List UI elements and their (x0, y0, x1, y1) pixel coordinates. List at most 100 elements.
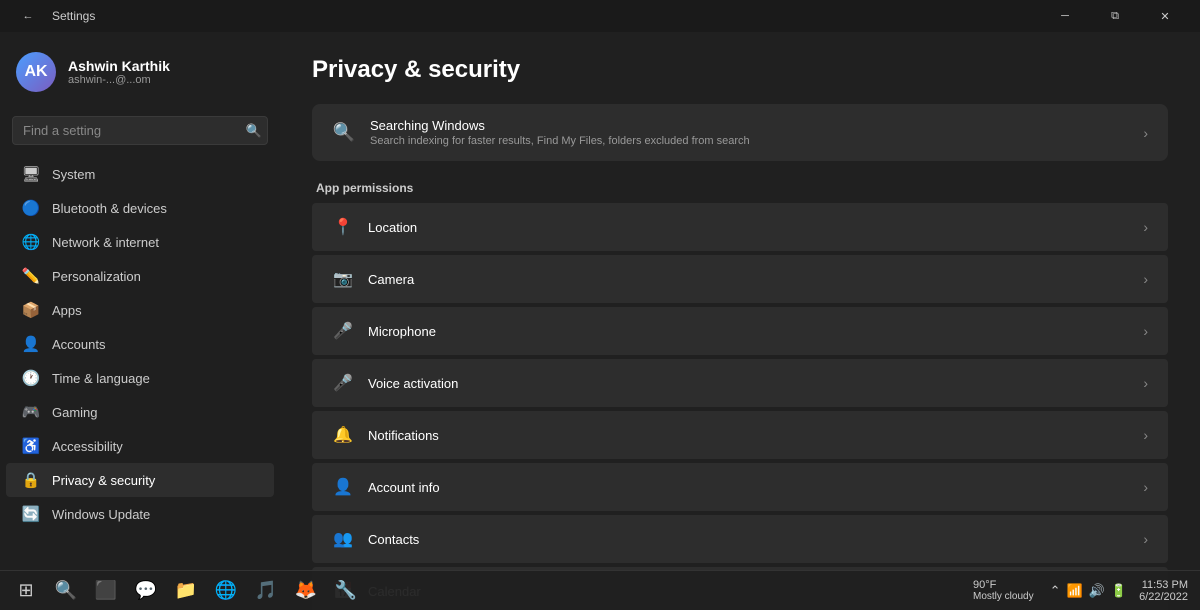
sidebar-item-time[interactable]: 🕐 Time & language (6, 361, 274, 395)
permission-item-camera[interactable]: 📷 Camera › (312, 255, 1168, 303)
notifications-chevron: › (1143, 427, 1148, 443)
search-windows-icon: 🔍 (332, 122, 356, 143)
account_info-chevron: › (1143, 479, 1148, 495)
search-button[interactable]: 🔍 (48, 573, 84, 609)
search-windows-title: Searching Windows (370, 118, 1129, 133)
personalization-icon: ✏️ (22, 267, 40, 285)
clock-date: 6/22/2022 (1139, 591, 1188, 603)
expand-tray-icon[interactable]: ⌃ (1050, 583, 1061, 599)
sidebar-item-system[interactable]: 🖥 System (6, 157, 274, 191)
sidebar-item-accessibility[interactable]: ♿ Accessibility (6, 429, 274, 463)
user-name: Ashwin Karthik (68, 58, 170, 74)
battery-tray-icon[interactable]: 🔋 (1111, 583, 1127, 599)
sidebar-item-network[interactable]: 🌐 Network & internet (6, 225, 274, 259)
system-tray: ⌃ 📶 🔊 🔋 (1050, 583, 1127, 599)
sidebar-item-label: System (52, 167, 95, 182)
permission-item-voice[interactable]: 🎤 Voice activation › (312, 359, 1168, 407)
task-view-button[interactable]: ⬛ (88, 573, 124, 609)
settings-taskbar-button[interactable]: 🔧 (328, 573, 364, 609)
volume-tray-icon[interactable]: 🔊 (1089, 583, 1105, 599)
sidebar-item-label: Privacy & security (52, 473, 155, 488)
search-windows-chevron: › (1143, 125, 1148, 141)
network-icon: 🌐 (22, 233, 40, 251)
close-button[interactable]: ✕ (1142, 0, 1188, 32)
microphone-chevron: › (1143, 323, 1148, 339)
search-icon[interactable]: 🔍 (246, 123, 262, 139)
titlebar-left: ← Settings (12, 0, 95, 32)
contacts-perm-label: Contacts (368, 532, 1129, 547)
searching-windows-card[interactable]: 🔍 Searching Windows Search indexing for … (312, 104, 1168, 161)
sidebar-item-label: Apps (52, 303, 82, 318)
main-content: Privacy & security 🔍 Searching Windows S… (280, 32, 1200, 610)
permission-item-account_info[interactable]: 👤 Account info › (312, 463, 1168, 511)
taskbar-right: 90°F Mostly cloudy ⌃ 📶 🔊 🔋 11:53 PM 6/22… (965, 579, 1192, 603)
camera-perm-label: Camera (368, 272, 1129, 287)
voice-chevron: › (1143, 375, 1148, 391)
sidebar-item-accounts[interactable]: 👤 Accounts (6, 327, 274, 361)
permission-item-contacts[interactable]: 👥 Contacts › (312, 515, 1168, 563)
app-permissions-header: App permissions (316, 181, 1168, 195)
taskbar: ⊞ 🔍 ⬛ 💬 📁 🌐 🎵 🦊 🔧 90°F Mostly cloudy ⌃ 📶… (0, 570, 1200, 610)
explorer-button[interactable]: 📁 (168, 573, 204, 609)
sidebar-item-label: Network & internet (52, 235, 159, 250)
sidebar-item-bluetooth[interactable]: 🔵 Bluetooth & devices (6, 191, 274, 225)
page-title: Privacy & security (312, 56, 1168, 84)
camera-chevron: › (1143, 271, 1148, 287)
clock[interactable]: 11:53 PM 6/22/2022 (1135, 579, 1192, 603)
contacts-chevron: › (1143, 531, 1148, 547)
firefox-button[interactable]: 🦊 (288, 573, 324, 609)
user-profile[interactable]: AK Ashwin Karthik ashwin-...@...om (0, 40, 280, 104)
gaming-icon: 🎮 (22, 403, 40, 421)
time-icon: 🕐 (22, 369, 40, 387)
media-button[interactable]: 🎵 (248, 573, 284, 609)
location-perm-icon: 📍 (332, 217, 354, 237)
location-chevron: › (1143, 219, 1148, 235)
user-info: Ashwin Karthik ashwin-...@...om (68, 58, 170, 86)
camera-perm-icon: 📷 (332, 269, 354, 289)
apps-icon: 📦 (22, 301, 40, 319)
chat-button[interactable]: 💬 (128, 573, 164, 609)
permission-item-microphone[interactable]: 🎤 Microphone › (312, 307, 1168, 355)
sidebar-item-personalization[interactable]: ✏️ Personalization (6, 259, 274, 293)
notifications-perm-label: Notifications (368, 428, 1129, 443)
microphone-perm-label: Microphone (368, 324, 1129, 339)
back-button[interactable]: ← (12, 0, 44, 32)
network-tray-icon[interactable]: 📶 (1067, 583, 1083, 599)
accounts-icon: 👤 (22, 335, 40, 353)
search-input[interactable] (12, 116, 268, 145)
sidebar-item-label: Gaming (52, 405, 98, 420)
weather-condition: Mostly cloudy (973, 591, 1034, 602)
update-icon: 🔄 (22, 505, 40, 523)
minimize-button[interactable]: ─ (1042, 0, 1088, 32)
voice-perm-label: Voice activation (368, 376, 1129, 391)
sidebar-item-privacy[interactable]: 🔒 Privacy & security (6, 463, 274, 497)
sidebar-item-update[interactable]: 🔄 Windows Update (6, 497, 274, 531)
sidebar: AK Ashwin Karthik ashwin-...@...om 🔍 🖥 S… (0, 32, 280, 610)
sidebar-item-gaming[interactable]: 🎮 Gaming (6, 395, 274, 429)
privacy-icon: 🔒 (22, 471, 40, 489)
clock-time: 11:53 PM (1142, 579, 1188, 591)
sidebar-item-label: Accessibility (52, 439, 123, 454)
notifications-perm-icon: 🔔 (332, 425, 354, 445)
sidebar-item-label: Windows Update (52, 507, 150, 522)
start-button[interactable]: ⊞ (8, 573, 44, 609)
sidebar-item-label: Personalization (52, 269, 141, 284)
restore-button[interactable]: ⧉ (1092, 0, 1138, 32)
weather-widget[interactable]: 90°F Mostly cloudy (965, 579, 1042, 602)
sidebar-item-label: Time & language (52, 371, 150, 386)
titlebar-title: Settings (52, 9, 95, 23)
avatar: AK (16, 52, 56, 92)
microphone-perm-icon: 🎤 (332, 321, 354, 341)
permission-item-notifications[interactable]: 🔔 Notifications › (312, 411, 1168, 459)
sidebar-item-label: Accounts (52, 337, 105, 352)
titlebar: ← Settings ─ ⧉ ✕ (0, 0, 1200, 32)
taskbar-left: ⊞ 🔍 ⬛ 💬 📁 🌐 🎵 🦊 🔧 (8, 573, 364, 609)
permission-item-location[interactable]: 📍 Location › (312, 203, 1168, 251)
accessibility-icon: ♿ (22, 437, 40, 455)
sidebar-item-apps[interactable]: 📦 Apps (6, 293, 274, 327)
account_info-perm-icon: 👤 (332, 477, 354, 497)
bluetooth-icon: 🔵 (22, 199, 40, 217)
sidebar-item-label: Bluetooth & devices (52, 201, 167, 216)
edge-button[interactable]: 🌐 (208, 573, 244, 609)
permission-list: 📍 Location › 📷 Camera › 🎤 Microphone › 🎤… (312, 203, 1168, 610)
